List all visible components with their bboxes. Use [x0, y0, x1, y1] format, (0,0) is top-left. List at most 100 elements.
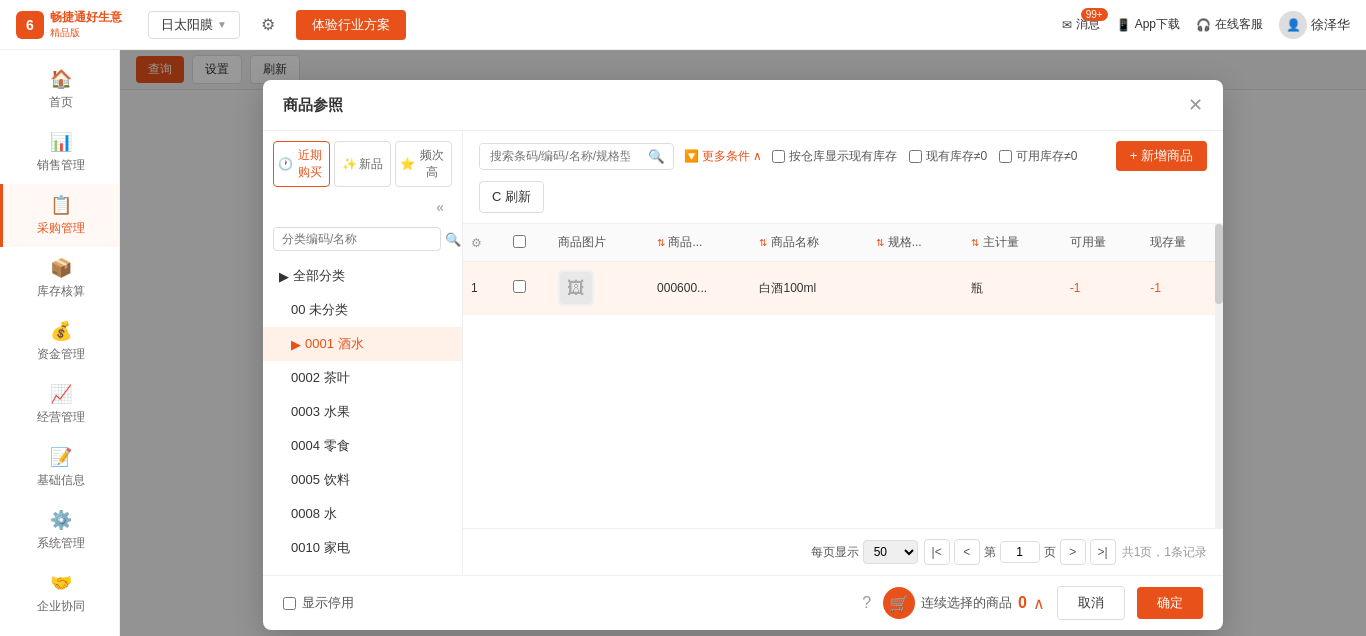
page-nav: |< < 第 页 > >|: [924, 539, 1116, 565]
cat-item-fruit[interactable]: 0003 水果: [263, 395, 462, 429]
message-item[interactable]: ✉ 消息 99+: [1062, 16, 1100, 33]
sort-icon: ⇅: [657, 237, 665, 248]
close-icon[interactable]: ✕: [1188, 94, 1203, 116]
col-spec[interactable]: ⇅ 规格...: [868, 224, 963, 262]
top-header: 6 畅捷通好生意 精品版 日太阳膜 ▼ ⚙ 体验行业方案 ✉ 消息 99+ 📱 …: [0, 0, 1366, 50]
sidebar-item-basic[interactable]: 📝 基础信息: [0, 436, 119, 499]
cat-item-liquor[interactable]: ▶ 0001 酒水: [263, 327, 462, 361]
inventory-icon: 📦: [50, 257, 72, 279]
add-product-button[interactable]: + 新增商品: [1116, 141, 1207, 171]
scrollbar-thumb: [1215, 224, 1223, 304]
sidebar-item-finance[interactable]: 💰 资金管理: [0, 310, 119, 373]
layout: 🏠 首页 📊 销售管理 📋 采购管理 📦 库存核算 💰 资金管理 📈 经营管理 …: [0, 50, 1366, 636]
sidebar-item-inventory[interactable]: 📦 库存核算: [0, 247, 119, 310]
checkbox-warehouse-input[interactable]: [772, 150, 785, 163]
sidebar-item-operations[interactable]: 📈 经营管理: [0, 373, 119, 436]
col-unit[interactable]: ⇅ 主计量: [963, 224, 1061, 262]
settings-icon[interactable]: ⚙: [252, 9, 284, 41]
filter-button[interactable]: 🔽 更多条件 ∧: [684, 148, 762, 165]
row-checkbox[interactable]: [505, 262, 550, 315]
tab-frequent[interactable]: ⭐ 频次高: [395, 141, 452, 187]
product-image: 🖼: [558, 270, 594, 306]
page-number-input[interactable]: [1000, 541, 1040, 563]
product-table-wrapper: ⚙ 商品图片 ⇅ 商品... ⇅ 商品名称: [463, 224, 1223, 528]
modal-overlay: 商品参照 ✕ 🕐 近期购买 ✨ 新: [120, 50, 1366, 636]
col-name[interactable]: ⇅ 商品名称: [751, 224, 868, 262]
tab-new[interactable]: ✨ 新品: [334, 141, 391, 187]
checkbox-warehouse[interactable]: 按仓库显示现有库存: [772, 148, 897, 165]
sidebar: 🏠 首页 📊 销售管理 📋 采购管理 📦 库存核算 💰 资金管理 📈 经营管理 …: [0, 50, 120, 636]
service-item[interactable]: 🎧 在线客服: [1196, 16, 1263, 33]
page-label: 第: [984, 544, 996, 561]
finance-icon: 💰: [50, 320, 72, 342]
checkbox-available-nonzero-input[interactable]: [999, 150, 1012, 163]
product-modal: 商品参照 ✕ 🕐 近期购买 ✨ 新: [263, 80, 1223, 630]
col-available: 可用量: [1062, 224, 1143, 262]
app-download-item[interactable]: 📱 App下载: [1116, 16, 1180, 33]
cat-item-all[interactable]: ▶ 全部分类: [263, 259, 462, 293]
col-settings[interactable]: ⚙: [463, 224, 505, 262]
checkbox-stock-nonzero[interactable]: 现有库存≠0: [909, 148, 987, 165]
new-icon: ✨: [342, 157, 357, 171]
cat-item-uncategorized[interactable]: 00 未分类: [263, 293, 462, 327]
cart-icon[interactable]: 🛒: [883, 587, 915, 619]
cat-item-beverage[interactable]: 0005 饮料: [263, 463, 462, 497]
operations-icon: 📈: [50, 383, 72, 405]
row-code: 000600...: [649, 262, 751, 315]
table-header-row: ⚙ 商品图片 ⇅ 商品... ⇅ 商品名称: [463, 224, 1223, 262]
footer-right: ? 🛒 连续选择的商品 0 ∧ 取消 确定: [862, 586, 1203, 620]
search-icon[interactable]: 🔍: [445, 232, 461, 247]
prev-page-button[interactable]: <: [954, 539, 980, 565]
modal-body: 🕐 近期购买 ✨ 新品 ⭐ 频次高: [263, 131, 1223, 575]
category-search-row: 🔍: [263, 223, 462, 259]
scrollbar[interactable]: [1215, 224, 1223, 528]
tab-recent[interactable]: 🕐 近期购买: [273, 141, 330, 187]
refresh-product-button[interactable]: C 刷新: [479, 181, 544, 213]
confirm-button[interactable]: 确定: [1137, 587, 1203, 619]
arrow-right-icon: ▶: [279, 269, 289, 284]
user-info[interactable]: 👤 徐泽华: [1279, 11, 1350, 39]
headset-icon: 🎧: [1196, 18, 1211, 32]
sidebar-item-collab[interactable]: 🤝 企业协同: [0, 562, 119, 625]
cat-item-tea[interactable]: 0002 茶叶: [263, 361, 462, 395]
sidebar-item-guide[interactable]: 🎯 新手引导: [0, 625, 119, 636]
checkbox-available-nonzero[interactable]: 可用库存≠0: [999, 148, 1077, 165]
collapse-left-icon[interactable]: «: [426, 195, 454, 219]
phone-icon: 📱: [1116, 18, 1131, 32]
col-code[interactable]: ⇅ 商品...: [649, 224, 751, 262]
row-name: 白酒100ml: [751, 262, 868, 315]
sidebar-item-home[interactable]: 🏠 首页: [0, 58, 119, 121]
sidebar-item-system[interactable]: ⚙️ 系统管理: [0, 499, 119, 562]
basic-icon: 📝: [50, 446, 72, 468]
sales-icon: 📊: [50, 131, 72, 153]
table-row[interactable]: 1 🖼 000600... 白酒100ml: [463, 262, 1223, 315]
cancel-button[interactable]: 取消: [1057, 586, 1125, 620]
next-page-button[interactable]: >: [1060, 539, 1086, 565]
product-search-button[interactable]: 🔍: [640, 144, 673, 169]
row-image: 🖼: [550, 262, 649, 315]
first-page-button[interactable]: |<: [924, 539, 950, 565]
cat-item-water[interactable]: 0008 水: [263, 497, 462, 531]
chevron-down-icon: ▼: [217, 19, 227, 30]
product-search-input[interactable]: [480, 144, 640, 168]
cat-item-appliance[interactable]: 0010 家电: [263, 531, 462, 565]
sidebar-item-purchase[interactable]: 📋 采购管理: [0, 184, 119, 247]
category-search-input[interactable]: [273, 227, 441, 251]
cat-item-snack[interactable]: 0004 零食: [263, 429, 462, 463]
per-page-select[interactable]: 50 20 100: [863, 540, 918, 564]
search-bar: 🔍: [479, 143, 674, 170]
checkbox-stock-nonzero-input[interactable]: [909, 150, 922, 163]
nav-selector[interactable]: 日太阳膜 ▼: [148, 11, 240, 39]
sidebar-label: 采购管理: [37, 220, 85, 237]
logo-area: 6 畅捷通好生意 精品版: [16, 9, 136, 40]
show-disabled-checkbox[interactable]: 显示停用: [283, 594, 354, 612]
collapse-cart-icon[interactable]: ∧: [1033, 594, 1045, 613]
help-icon[interactable]: ?: [862, 594, 871, 612]
trial-button[interactable]: 体验行业方案: [296, 10, 406, 40]
last-page-button[interactable]: >|: [1090, 539, 1116, 565]
logo-text: 畅捷通好生意 精品版: [50, 9, 122, 40]
select-all-checkbox[interactable]: [513, 235, 526, 248]
modal-title: 商品参照: [283, 96, 343, 115]
sidebar-item-sales[interactable]: 📊 销售管理: [0, 121, 119, 184]
show-disabled-input[interactable]: [283, 597, 296, 610]
